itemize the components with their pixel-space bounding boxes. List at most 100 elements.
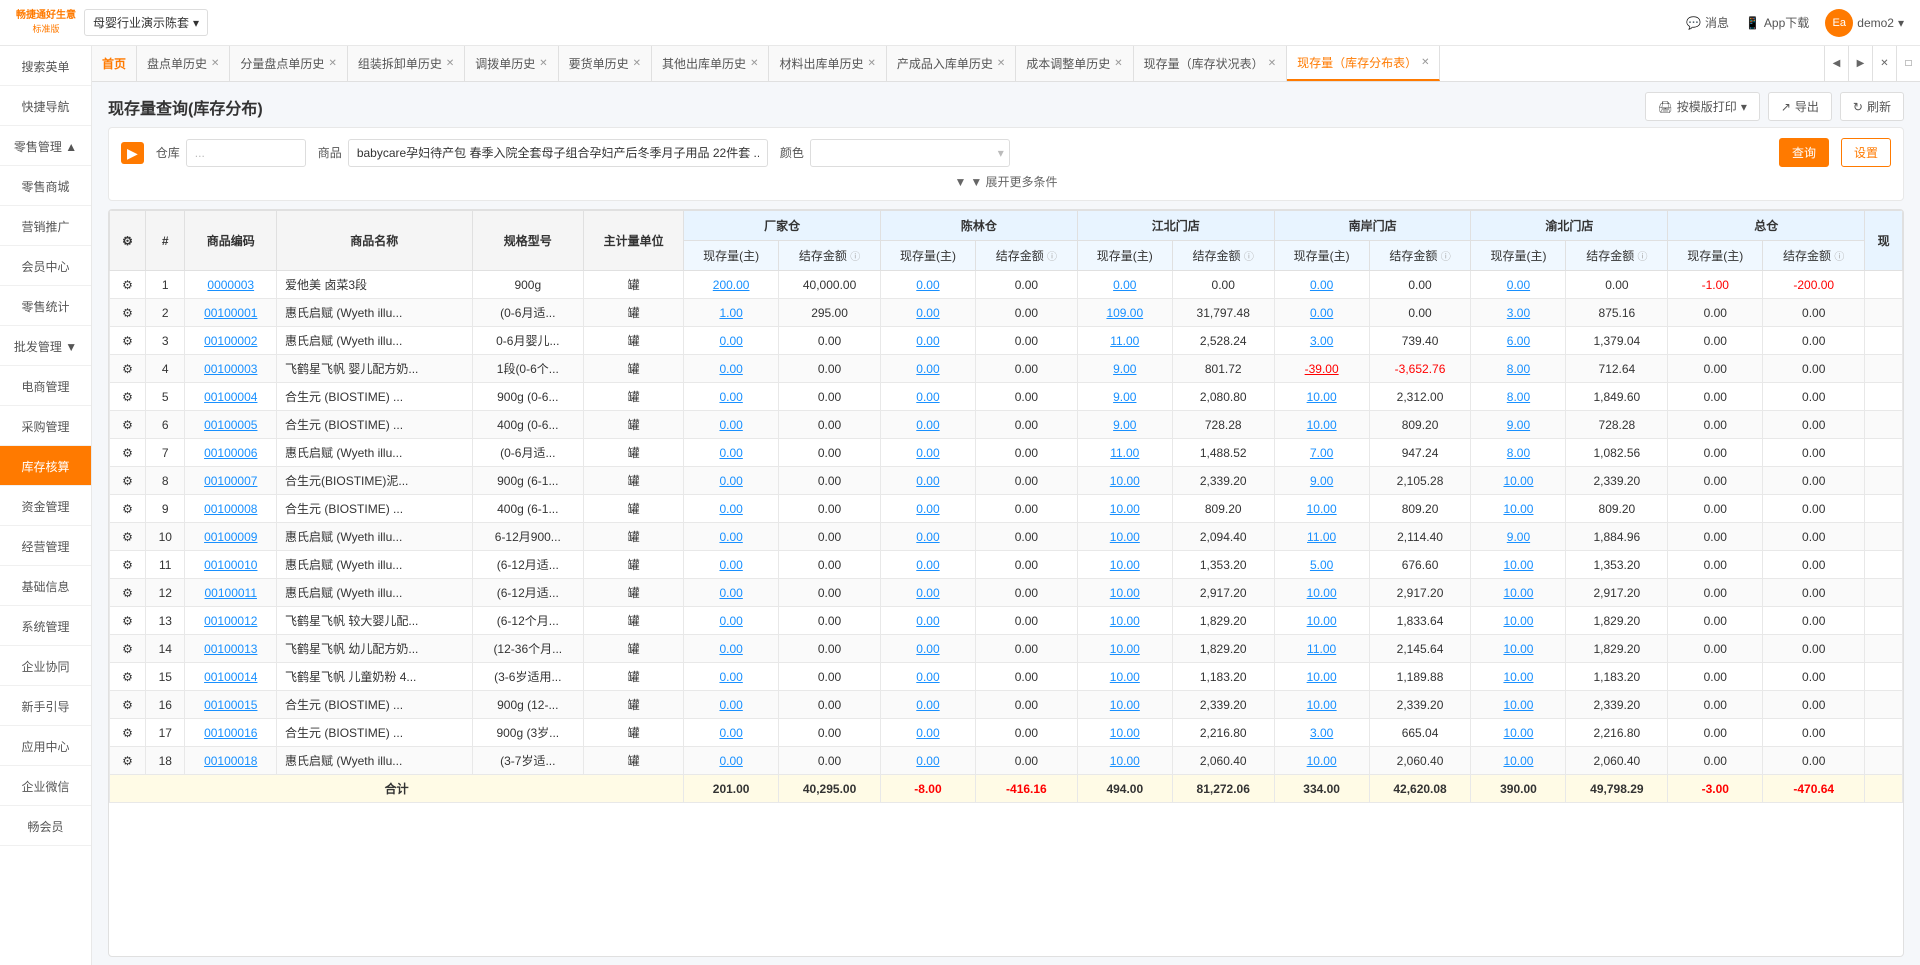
close-icon[interactable]: ✕ — [867, 58, 875, 69]
sidebar-item-marketing[interactable]: 营销推广 — [0, 206, 91, 246]
row-total-stock: 0.00 — [1668, 327, 1763, 355]
row-jiangbei-stock: 10.00 — [1077, 663, 1172, 691]
sidebar-item-nav[interactable]: 快捷导航 — [0, 86, 91, 126]
close-icon[interactable]: ✕ — [1114, 58, 1122, 69]
tab-other-outbound[interactable]: 其他出库单历史 ✕ — [652, 46, 769, 81]
row-yubeimen-amount: 2,339.20 — [1566, 691, 1668, 719]
sidebar-item-member[interactable]: 会员中心 — [0, 246, 91, 286]
export-btn[interactable]: ↗ 导出 — [1768, 92, 1832, 121]
app-download-btn[interactable]: 📱 App下载 — [1745, 14, 1809, 31]
close-icon[interactable]: ✕ — [1421, 57, 1429, 68]
row-gear[interactable]: ⚙ — [110, 607, 146, 635]
close-icon[interactable]: ✕ — [211, 58, 219, 69]
query-btn[interactable]: 查询 — [1779, 138, 1829, 167]
sidebar-item-member2[interactable]: 畅会员 — [0, 806, 91, 846]
close-icon[interactable]: ✕ — [997, 58, 1005, 69]
close-icon[interactable]: ✕ — [446, 58, 454, 69]
table-row: ⚙ 16 00100015 合生元 (BIOSTIME) ... 900g (1… — [110, 691, 1903, 719]
sidebar-item-purchase[interactable]: 采购管理 — [0, 406, 91, 446]
tab-next-btn[interactable]: ▶ — [1848, 46, 1872, 81]
row-total-stock: 0.00 — [1668, 383, 1763, 411]
tab-more-btn[interactable]: □ — [1896, 46, 1920, 81]
filter-expand-btn[interactable]: ▶ — [121, 142, 144, 164]
row-gear[interactable]: ⚙ — [110, 691, 146, 719]
settings-btn[interactable]: 设置 — [1841, 138, 1891, 167]
row-gear[interactable]: ⚙ — [110, 355, 146, 383]
refresh-btn[interactable]: ↻ 刷新 — [1840, 92, 1904, 121]
row-gear[interactable]: ⚙ — [110, 439, 146, 467]
row-gear[interactable]: ⚙ — [110, 663, 146, 691]
row-gear[interactable]: ⚙ — [110, 523, 146, 551]
sidebar-item-search[interactable]: 搜索英单 — [0, 46, 91, 86]
row-yubeimen-stock: 8.00 — [1471, 355, 1566, 383]
sidebar-item-operations[interactable]: 经营管理 — [0, 526, 91, 566]
tab-partial-stocktake[interactable]: 分量盘点单历史 ✕ — [230, 46, 347, 81]
sidebar-item-finance[interactable]: 资金管理 — [0, 486, 91, 526]
row-gear[interactable]: ⚙ — [110, 467, 146, 495]
tab-requisition-history[interactable]: 要货单历史 ✕ — [559, 46, 652, 81]
tab-stock-distribution[interactable]: 现存量（库存分布表） ✕ — [1287, 46, 1440, 81]
th-jiangbei-amount: 结存金额 ⓘ — [1172, 241, 1274, 271]
sidebar-item-retail-stats[interactable]: 零售统计 — [0, 286, 91, 326]
th-spec: 规格型号 — [472, 211, 583, 271]
th-gear: ⚙ — [110, 211, 146, 271]
row-current — [1865, 691, 1903, 719]
message-btn[interactable]: 💬 消息 — [1686, 14, 1729, 31]
sidebar-item-retail-mall[interactable]: 零售商城 — [0, 166, 91, 206]
sidebar-item-inventory[interactable]: 库存核算 — [0, 446, 91, 486]
close-icon[interactable]: ✕ — [328, 58, 336, 69]
color-input[interactable] — [810, 139, 1010, 167]
close-icon[interactable]: ✕ — [750, 58, 758, 69]
row-gear[interactable]: ⚙ — [110, 271, 146, 299]
tab-stock-status[interactable]: 现存量（库存状况表） ✕ — [1134, 46, 1287, 81]
tab-material-outbound[interactable]: 材料出库单历史 ✕ — [769, 46, 886, 81]
sidebar-item-sys-mgmt[interactable]: 系统管理 — [0, 606, 91, 646]
warehouse-input[interactable] — [186, 139, 306, 167]
tab-finished-inbound[interactable]: 产成品入库单历史 ✕ — [887, 46, 1016, 81]
sidebar-item-app-center[interactable]: 应用中心 — [0, 726, 91, 766]
row-gear[interactable]: ⚙ — [110, 719, 146, 747]
row-code: 00100007 — [185, 467, 277, 495]
row-gear[interactable]: ⚙ — [110, 551, 146, 579]
tab-cost-adjust[interactable]: 成本调整单历史 ✕ — [1016, 46, 1133, 81]
row-index: 4 — [146, 355, 185, 383]
row-gear[interactable]: ⚙ — [110, 747, 146, 775]
row-gear[interactable]: ⚙ — [110, 495, 146, 523]
row-gear[interactable]: ⚙ — [110, 411, 146, 439]
tab-home[interactable]: 首页 — [92, 46, 137, 81]
row-gear[interactable]: ⚙ — [110, 327, 146, 355]
table-scroll[interactable]: ⚙ # 商品编码 商品名称 规格型号 主计量单位 厂家仓 陈林仓 江北门店 南岸… — [109, 210, 1903, 956]
sidebar-item-guide[interactable]: 新手引导 — [0, 686, 91, 726]
company-selector[interactable]: 母婴行业演示陈套 ▾ — [84, 9, 208, 36]
tab-stocktake-history[interactable]: 盘点单历史 ✕ — [137, 46, 230, 81]
chevron-down-icon: ▾ — [1741, 100, 1747, 114]
row-index: 5 — [146, 383, 185, 411]
sidebar-item-base-info[interactable]: 基础信息 — [0, 566, 91, 606]
sidebar-item-enterprise[interactable]: 企业协同 — [0, 646, 91, 686]
sidebar-item-wholesale[interactable]: 批发管理 ▼ — [0, 326, 91, 366]
sidebar-item-ecommerce[interactable]: 电商管理 — [0, 366, 91, 406]
user-menu[interactable]: Ea demo2 ▾ — [1825, 9, 1904, 37]
close-icon[interactable]: ✕ — [1268, 58, 1276, 69]
row-gear[interactable]: ⚙ — [110, 635, 146, 663]
close-icon[interactable]: ✕ — [633, 58, 641, 69]
print-btn[interactable]: 🖨 按模版打印 ▾ — [1645, 92, 1760, 121]
summary-jiangbei-amount: 81,272.06 — [1172, 775, 1274, 803]
row-name: 惠氏启赋 (Wyeth illu... — [277, 551, 473, 579]
expand-more-btn[interactable]: ▼ ▼ 展开更多条件 — [121, 173, 1891, 190]
row-jiangbei-amount: 1,183.20 — [1172, 663, 1274, 691]
row-total-amount: 0.00 — [1763, 383, 1865, 411]
product-input[interactable] — [348, 139, 768, 167]
row-gear[interactable]: ⚙ — [110, 299, 146, 327]
close-icon[interactable]: ✕ — [539, 58, 547, 69]
tab-assembly-history[interactable]: 组装拆卸单历史 ✕ — [348, 46, 465, 81]
row-gear[interactable]: ⚙ — [110, 383, 146, 411]
tab-close-btn[interactable]: ✕ — [1872, 46, 1896, 81]
row-nanan-stock: 11.00 — [1274, 523, 1369, 551]
row-gear[interactable]: ⚙ — [110, 579, 146, 607]
sidebar-item-wechat[interactable]: 企业微信 — [0, 766, 91, 806]
tab-prev-btn[interactable]: ◀ — [1824, 46, 1848, 81]
sidebar-item-retail-mgmt[interactable]: 零售管理 ▲ — [0, 126, 91, 166]
row-factory-stock: 0.00 — [684, 523, 779, 551]
tab-transfer-history[interactable]: 调拨单历史 ✕ — [465, 46, 558, 81]
